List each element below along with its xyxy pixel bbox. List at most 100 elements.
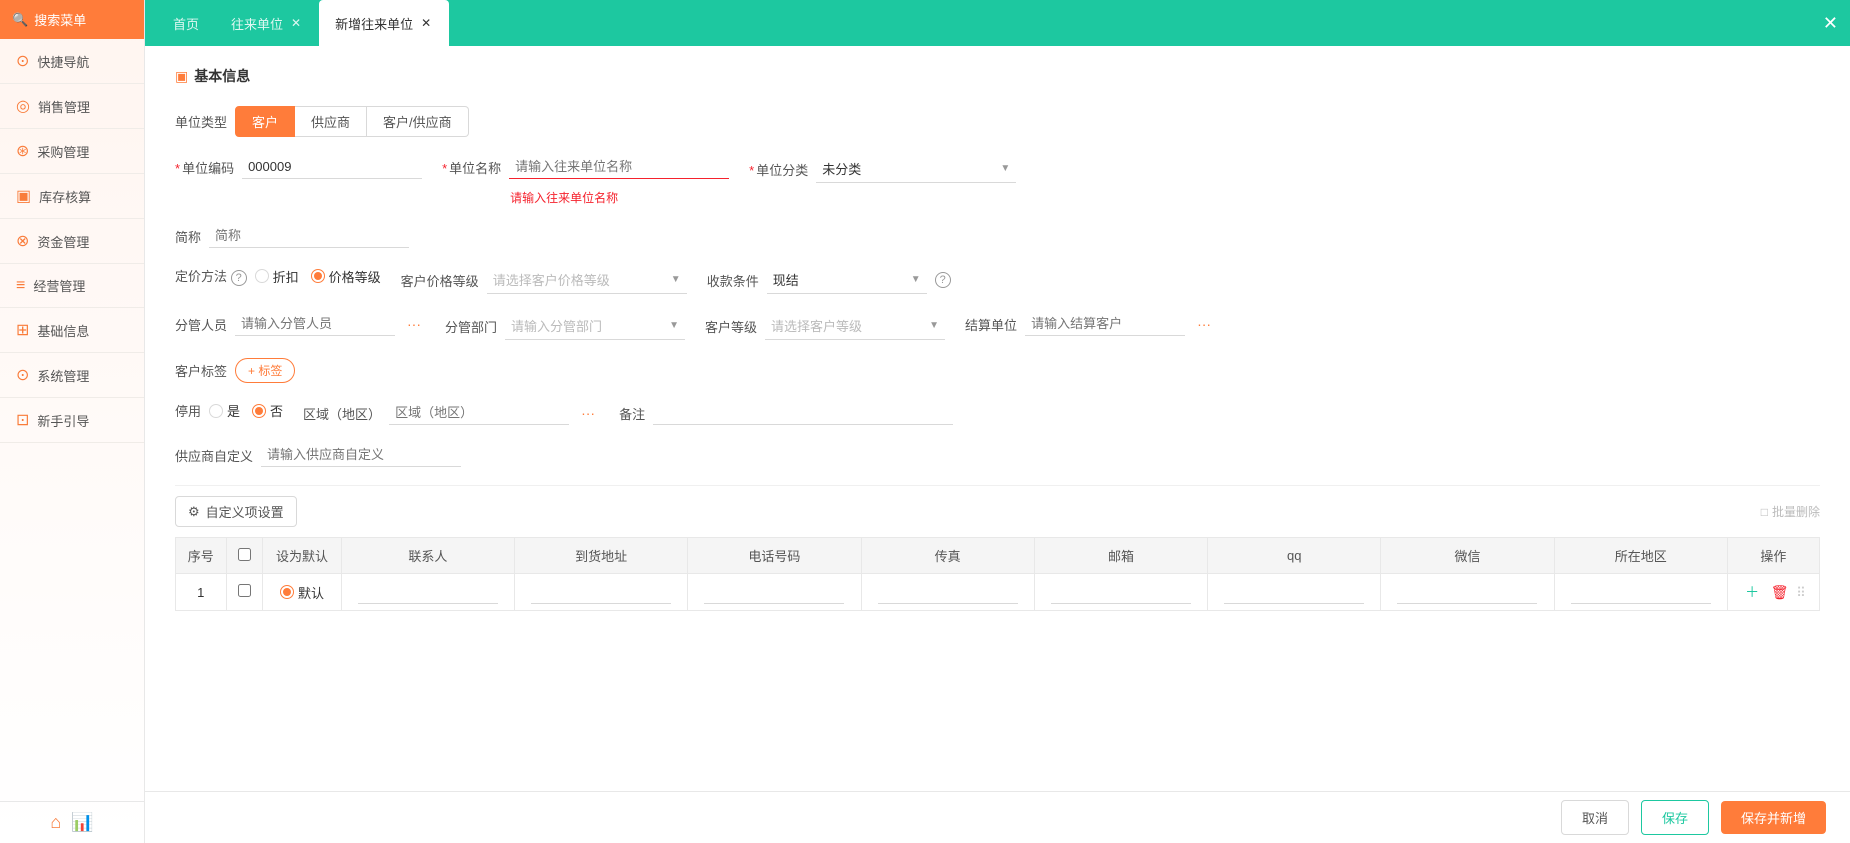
sidebar-item-quick-nav[interactable]: ⊙ 快捷导航 <box>0 39 144 84</box>
short-name-input[interactable] <box>209 224 409 248</box>
qq-input[interactable] <box>1224 580 1364 604</box>
phone-input[interactable] <box>704 580 844 604</box>
sidebar-item-label: 库存核算 <box>39 187 91 206</box>
unit-category-arrow: ▼ <box>1000 163 1010 174</box>
tab-partners[interactable]: 往来单位 ✕ <box>215 0 319 46</box>
remark-input[interactable] <box>653 401 953 425</box>
sidebar-item-finance[interactable]: ⊗ 资金管理 <box>0 219 144 264</box>
sidebar-item-purchase[interactable]: ⊛ 采购管理 <box>0 129 144 174</box>
unit-type-field: 单位类型 客户 供应商 客户/供应商 <box>175 106 469 137</box>
unit-category-label: *单位分类 <box>749 160 808 179</box>
row-actions: ＋ 🗑 ⠿ <box>1727 574 1819 611</box>
radio-discount-label: 折扣 <box>273 267 299 286</box>
payment-condition-dropdown[interactable]: 现结 ▼ <box>767 266 927 294</box>
row-phone <box>688 574 861 611</box>
wechat-input[interactable] <box>1397 580 1537 604</box>
pricing-help-icon[interactable]: ? <box>231 270 247 286</box>
radio-discount[interactable]: 折扣 <box>255 267 299 286</box>
supplier-custom-input[interactable] <box>261 443 461 467</box>
sidebar: 🔍 搜索菜单 ⊙ 快捷导航 ◎ 销售管理 ⊛ 采购管理 ▣ 库存核算 ⊗ 资金管… <box>0 0 145 843</box>
unit-code-input[interactable] <box>242 155 422 179</box>
save-add-button[interactable]: 保存并新增 <box>1721 801 1826 834</box>
sidebar-item-base[interactable]: ⊞ 基础信息 <box>0 308 144 353</box>
form-footer: 取消 保存 保存并新增 <box>145 791 1850 843</box>
select-all-checkbox[interactable] <box>238 548 251 561</box>
unit-category-dropdown[interactable]: 未分类 ▼ <box>816 155 1016 183</box>
sidebar-item-system[interactable]: ⊙ 系统管理 <box>0 353 144 398</box>
sales-icon: ◎ <box>16 96 30 116</box>
sidebar-item-label: 经营管理 <box>33 276 85 295</box>
col-qq: qq <box>1208 538 1381 574</box>
chart-bottom-icon[interactable]: 📊 <box>71 812 93 833</box>
disabled-radio-group: 是 否 <box>209 401 283 420</box>
add-tag-btn[interactable]: + 标签 <box>235 358 295 383</box>
unit-type-row: 单位类型 客户 供应商 客户/供应商 <box>175 106 1820 137</box>
radio-price-level-label: 价格等级 <box>329 267 381 286</box>
delete-row-btn[interactable]: 🗑 <box>1767 582 1793 603</box>
manager-input[interactable] <box>235 312 395 336</box>
tab-partners-label: 往来单位 <box>231 14 283 33</box>
customer-level-dropdown[interactable]: 请选择客户等级 ▼ <box>765 312 945 340</box>
supplier-custom-row: 供应商自定义 <box>175 443 1820 467</box>
add-row-btn[interactable]: ＋ <box>1741 580 1763 604</box>
row-email <box>1034 574 1207 611</box>
unit-code-label: *单位编码 <box>175 158 234 177</box>
customer-price-level-dropdown[interactable]: 请选择客户价格等级 ▼ <box>487 266 687 294</box>
batch-delete-btn[interactable]: □ 批量删除 <box>1761 503 1820 520</box>
pricing-method-field: 定价方法 ? 折扣 价格等级 <box>175 266 381 286</box>
manager-row: 分管人员 ··· 分管部门 请输入分管部门 ▼ 客户等级 请选择客户等级 ▼ 结… <box>175 312 1820 340</box>
customer-level-arrow: ▼ <box>929 320 939 331</box>
home-bottom-icon[interactable]: ⌂ <box>50 812 61 833</box>
sidebar-item-operation[interactable]: ≡ 经营管理 <box>0 264 144 308</box>
custom-settings-btn[interactable]: ⚙ 自定义项设置 <box>175 496 297 527</box>
unit-type-supplier-btn[interactable]: 供应商 <box>295 106 367 137</box>
tab-home[interactable]: 首页 <box>157 0 215 46</box>
disabled-field: 停用 是 否 <box>175 401 283 420</box>
row-checkbox[interactable] <box>238 584 251 597</box>
tab-bar-close-btn[interactable]: ✕ <box>1823 13 1838 34</box>
drag-handle[interactable]: ⠿ <box>1796 585 1806 600</box>
tab-new-partner-close[interactable]: ✕ <box>419 14 433 32</box>
fax-input[interactable] <box>878 580 1018 604</box>
sidebar-search[interactable]: 🔍 搜索菜单 <box>0 0 144 39</box>
cancel-button[interactable]: 取消 <box>1561 800 1629 835</box>
address-input[interactable] <box>531 580 671 604</box>
settlement-more-btn[interactable]: ··· <box>1193 316 1215 332</box>
tag-field: 客户标签 + 标签 <box>175 358 295 383</box>
col-wechat: 微信 <box>1381 538 1554 574</box>
content-area: ▣ 基本信息 单位类型 客户 供应商 客户/供应商 *单位编码 *单位 <box>145 46 1850 791</box>
region-input[interactable] <box>389 401 569 425</box>
radio-no[interactable]: 否 <box>252 401 283 420</box>
tab-new-partner[interactable]: 新增往来单位 ✕ <box>319 0 449 46</box>
row-region-input[interactable] <box>1571 580 1711 604</box>
inventory-icon: ▣ <box>16 186 31 206</box>
department-dropdown[interactable]: 请输入分管部门 ▼ <box>505 312 685 340</box>
email-input[interactable] <box>1051 580 1191 604</box>
sidebar-item-label: 系统管理 <box>37 366 89 385</box>
radio-price-level[interactable]: 价格等级 <box>311 267 381 286</box>
customer-level-label: 客户等级 <box>705 317 757 336</box>
row-wechat <box>1381 574 1554 611</box>
sidebar-item-inventory[interactable]: ▣ 库存核算 <box>0 174 144 219</box>
payment-help-icon[interactable]: ? <box>935 272 951 288</box>
unit-type-customer-btn[interactable]: 客户 <box>235 106 295 137</box>
tab-partners-close[interactable]: ✕ <box>289 14 303 32</box>
sidebar-item-sales[interactable]: ◎ 销售管理 <box>0 84 144 129</box>
col-default: 设为默认 <box>263 538 342 574</box>
row-default-radio[interactable]: 默认 <box>273 583 331 602</box>
unit-type-both-btn[interactable]: 客户/供应商 <box>367 106 469 137</box>
region-more-btn[interactable]: ··· <box>577 405 599 421</box>
unit-code-field: *单位编码 <box>175 155 422 179</box>
radio-yes[interactable]: 是 <box>209 401 240 420</box>
save-button[interactable]: 保存 <box>1641 800 1709 835</box>
section-title: 基本信息 <box>194 66 250 86</box>
row-default-dot <box>283 588 291 596</box>
sidebar-item-guide[interactable]: ⊡ 新手引导 <box>0 398 144 443</box>
customer-level-field: 客户等级 请选择客户等级 ▼ <box>705 312 945 340</box>
col-index: 序号 <box>176 538 227 574</box>
settlement-unit-input[interactable] <box>1025 312 1185 336</box>
contact-input[interactable] <box>358 580 498 604</box>
unit-name-input[interactable] <box>509 155 729 179</box>
manager-more-btn[interactable]: ··· <box>403 316 425 332</box>
sidebar-item-label: 基础信息 <box>37 321 89 340</box>
